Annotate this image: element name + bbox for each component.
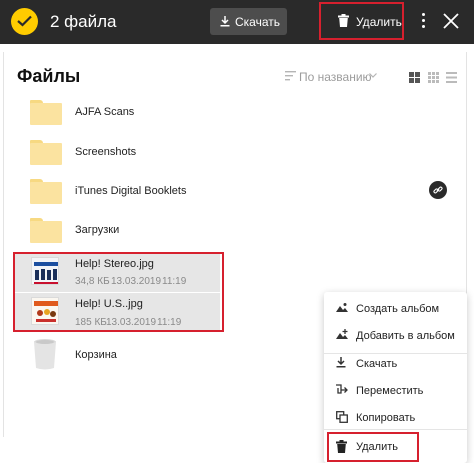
selection-check-icon[interactable] [11,8,38,35]
shared-link-icon[interactable] [429,181,447,199]
sort-label: По названию [299,70,372,84]
menu-item-label: Скачать [356,358,398,370]
selection-highlight-frame [13,252,224,332]
menu-item-label: Добавить в альбом [356,330,455,342]
page-title: Файлы [17,66,81,86]
folder-icon [30,100,62,125]
move-icon [336,384,348,394]
menu-item-move[interactable]: Переместить [324,378,467,404]
more-icon[interactable] [418,13,428,31]
close-icon[interactable] [442,12,460,30]
copy-icon [336,411,348,423]
selection-toolbar: 2 файла Скачать Удалить [0,0,474,44]
download-icon [220,16,230,27]
menu-item-download[interactable]: Скачать [324,351,467,377]
download-icon [336,357,346,368]
menu-item-label: Создать альбом [356,303,440,315]
download-button[interactable]: Скачать [210,8,287,35]
grid-large-view-icon[interactable] [409,72,420,83]
folder-icon [30,179,62,204]
delete-button[interactable]: Удалить [319,2,404,40]
list-item-name[interactable]: iTunes Digital Booklets [75,185,186,197]
folder-icon [30,218,62,243]
list-item-name[interactable]: Screenshots [75,146,136,158]
list-item-name[interactable]: Корзина [75,349,117,361]
list-view-icon[interactable] [446,72,457,83]
menu-divider [324,429,467,430]
chevron-down-icon [369,73,377,78]
menu-item-label: Копировать [356,412,416,424]
menu-item-add-to-album[interactable]: Добавить в альбом [324,323,467,349]
menu-item-label: Переместить [356,385,424,397]
album-add-icon [336,329,348,339]
delete-button-label: Удалить [356,15,402,29]
delete-highlight-frame [327,432,419,462]
trash-bin-icon [34,339,56,370]
menu-item-create-album[interactable]: Создать альбом [324,296,467,322]
download-button-label: Скачать [235,15,280,29]
folder-icon [30,140,62,165]
menu-item-copy[interactable]: Копировать [324,405,467,431]
selected-count: 2 файла [50,12,117,31]
sort-icon [285,71,296,81]
list-item-name[interactable]: Загрузки [75,224,119,236]
list-item-name[interactable]: AJFA Scans [75,106,134,118]
grid-small-view-icon[interactable] [428,72,439,83]
trash-icon [338,14,349,27]
album-icon [336,303,348,312]
